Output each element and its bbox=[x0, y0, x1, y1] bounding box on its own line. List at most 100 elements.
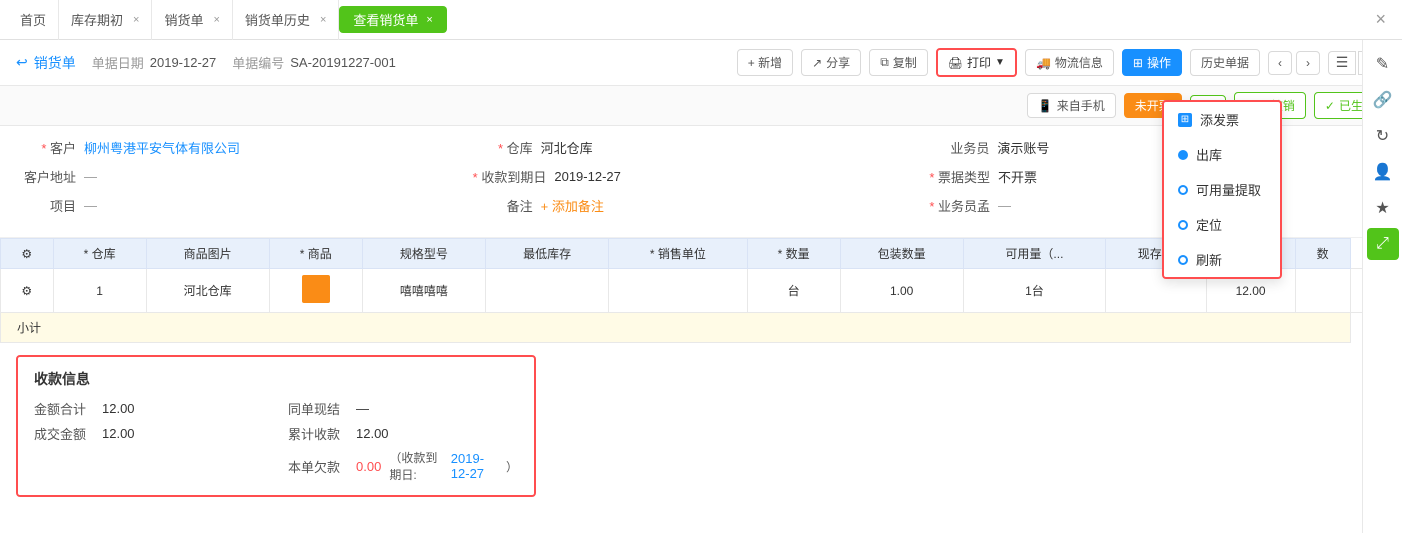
effect-icon: ✓ bbox=[1325, 99, 1335, 113]
arrears-value: 0.00 bbox=[356, 459, 381, 474]
locate-item[interactable]: 定位 bbox=[1164, 207, 1280, 242]
history-button[interactable]: 历史单据 bbox=[1190, 49, 1260, 76]
history-label: 历史单据 bbox=[1201, 54, 1249, 71]
refresh-item[interactable]: 刷新 bbox=[1164, 242, 1280, 277]
col-unit: * 销售单位 bbox=[609, 239, 747, 269]
payment-grid: 金额合计 12.00 同单现结 — 成交金额 12.00 累计收款 12.00 … bbox=[34, 399, 518, 483]
tab-sales-label: 销货单 bbox=[164, 10, 203, 29]
sidebar-expand-icon[interactable]: ⤢ bbox=[1367, 228, 1399, 260]
tab-view-sales-close[interactable]: × bbox=[426, 14, 432, 26]
note-field: 备注 + 添加备注 bbox=[473, 196, 930, 215]
from-phone-label: 来自手机 bbox=[1057, 97, 1105, 114]
product-image bbox=[302, 275, 330, 303]
col-available: 可用量（... bbox=[963, 239, 1105, 269]
tab-sales-history[interactable]: 销货单历史 × bbox=[233, 0, 339, 40]
arrears-close: ） bbox=[506, 458, 518, 475]
copy-button[interactable]: ⧉ 复制 bbox=[869, 49, 928, 76]
col-warehouse: * 仓库 bbox=[53, 239, 146, 269]
tab-bar: 首页 库存期初 × 销货单 × 销货单历史 × 查看销货单 × × bbox=[0, 0, 1402, 40]
address-field: 客户地址 — bbox=[16, 167, 473, 186]
doc-type-icon: ↩ bbox=[16, 54, 28, 71]
sidebar-user-icon[interactable]: 👤 bbox=[1367, 156, 1399, 188]
nav-next[interactable]: › bbox=[1296, 51, 1320, 75]
col-image: 商品图片 bbox=[146, 239, 269, 269]
arrears-row: 本单欠款 0.00 （收款到期日: 2019-12-27 ） bbox=[288, 449, 518, 483]
sidebar-star-icon[interactable]: ★ bbox=[1367, 192, 1399, 224]
bill-type-label: 票据类型 bbox=[929, 167, 990, 186]
plus-icon: + bbox=[541, 199, 549, 214]
document-header: ↩ 销货单 单据日期 2019-12-27 单据编号 SA-20191227-0… bbox=[0, 40, 1402, 86]
staff2-field: 业务员孟 — bbox=[929, 196, 1386, 215]
arrears-suffix: （收款到期日: bbox=[389, 449, 442, 483]
refresh-label: 刷新 bbox=[1196, 250, 1222, 269]
operations-icon: ⊞ bbox=[1133, 56, 1143, 70]
tab-home[interactable]: 首页 bbox=[8, 0, 59, 40]
doc-date-meta: 单据日期 2019-12-27 bbox=[92, 53, 217, 72]
available-qty-icon bbox=[1178, 185, 1188, 195]
payment-title: 收款信息 bbox=[34, 369, 518, 389]
tab-sales-history-close[interactable]: × bbox=[320, 14, 326, 26]
amount-total-label: 金额合计 bbox=[34, 399, 94, 418]
tab-sales-close[interactable]: × bbox=[213, 14, 219, 26]
window-close-button[interactable]: × bbox=[1367, 9, 1394, 30]
tab-home-label: 首页 bbox=[20, 10, 46, 29]
staff2-label: 业务员孟 bbox=[929, 196, 990, 215]
header-actions: + 新增 ↗ 分享 ⧉ 复制 🖨 打印 ▼ 🚚 物流信息 ⊞ 操作 bbox=[737, 48, 1386, 77]
note-label: 备注 bbox=[473, 196, 533, 215]
project-field: 项目 — bbox=[16, 196, 473, 215]
subtotal-label: 小计 bbox=[1, 313, 1351, 343]
tab-inventory-label: 库存期初 bbox=[71, 10, 123, 29]
sidebar-link-icon[interactable]: 🔗 bbox=[1367, 84, 1399, 116]
outbound-icon bbox=[1178, 150, 1188, 160]
row-price bbox=[1295, 269, 1350, 313]
from-phone-button[interactable]: 📱 来自手机 bbox=[1027, 93, 1116, 118]
row-min-stock bbox=[609, 269, 747, 313]
arrears-due-date: 2019-12-27 bbox=[451, 451, 498, 481]
operations-label: 操作 bbox=[1147, 54, 1171, 71]
row-product: 嘻嘻嘻嘻 bbox=[362, 269, 485, 313]
locate-label: 定位 bbox=[1196, 215, 1222, 234]
row-gear[interactable]: ⚙ bbox=[1, 269, 54, 313]
doc-number-meta: 单据编号 SA-20191227-001 bbox=[232, 53, 396, 72]
tab-view-sales[interactable]: 查看销货单 × bbox=[339, 6, 446, 33]
available-qty-item[interactable]: 可用量提取 bbox=[1164, 172, 1280, 207]
doc-date-label: 单据日期 bbox=[92, 53, 144, 72]
sidebar-refresh-icon[interactable]: ↻ bbox=[1367, 120, 1399, 152]
customer-field: 客户 柳州粤港平安气体有限公司 bbox=[16, 138, 473, 157]
warehouse-value: 河北仓库 bbox=[541, 138, 930, 157]
view-list[interactable]: ☰ bbox=[1328, 51, 1356, 75]
warehouse-label: 仓库 bbox=[473, 138, 533, 157]
tab-inventory-close[interactable]: × bbox=[133, 14, 139, 26]
operations-button[interactable]: ⊞ 操作 bbox=[1122, 49, 1182, 76]
payment-section: 收款信息 金额合计 12.00 同单现结 — 成交金额 12.00 累计收款 1… bbox=[16, 355, 536, 497]
locate-icon bbox=[1178, 220, 1188, 230]
arrears-label: 本单欠款 bbox=[288, 457, 348, 476]
doc-number-value: SA-20191227-001 bbox=[290, 55, 396, 70]
note-add-btn[interactable]: + 添加备注 bbox=[541, 196, 930, 215]
same-order-label: 同单现结 bbox=[288, 399, 348, 418]
tab-sales[interactable]: 销货单 × bbox=[152, 0, 232, 40]
right-sidebar: ✎ 🔗 ↻ 👤 ★ ⤢ bbox=[1362, 40, 1402, 533]
print-label: 打印 bbox=[967, 54, 991, 71]
row-image bbox=[269, 269, 362, 313]
tab-inventory[interactable]: 库存期初 × bbox=[59, 0, 152, 40]
logistics-button[interactable]: 🚚 物流信息 bbox=[1025, 49, 1114, 76]
row-qty: 1.00 bbox=[840, 269, 963, 313]
nav-arrows: ‹ › bbox=[1268, 51, 1320, 75]
outbound-item[interactable]: 出库 bbox=[1164, 137, 1280, 172]
print-button[interactable]: 🖨 打印 ▼ bbox=[936, 48, 1017, 77]
doc-type-label: 销货单 bbox=[34, 53, 76, 73]
add-invoice-item[interactable]: ⊞ 添发票 bbox=[1164, 102, 1280, 137]
col-pack-qty: 包装数量 bbox=[840, 239, 963, 269]
customer-value[interactable]: 柳州粤港平安气体有限公司 bbox=[84, 138, 473, 157]
share-icon: ↗ bbox=[812, 56, 822, 70]
amount-total-row: 金额合计 12.00 bbox=[34, 399, 264, 418]
col-min-stock: 最低库存 bbox=[485, 239, 608, 269]
share-button[interactable]: ↗ 分享 bbox=[801, 49, 861, 76]
new-button[interactable]: + 新增 bbox=[737, 49, 793, 76]
nav-prev[interactable]: ‹ bbox=[1268, 51, 1292, 75]
logistics-label: 物流信息 bbox=[1055, 54, 1103, 71]
col-other: 数 bbox=[1295, 239, 1350, 269]
subtotal-row: 小计 bbox=[1, 313, 1402, 343]
sidebar-edit-icon[interactable]: ✎ bbox=[1367, 48, 1399, 80]
